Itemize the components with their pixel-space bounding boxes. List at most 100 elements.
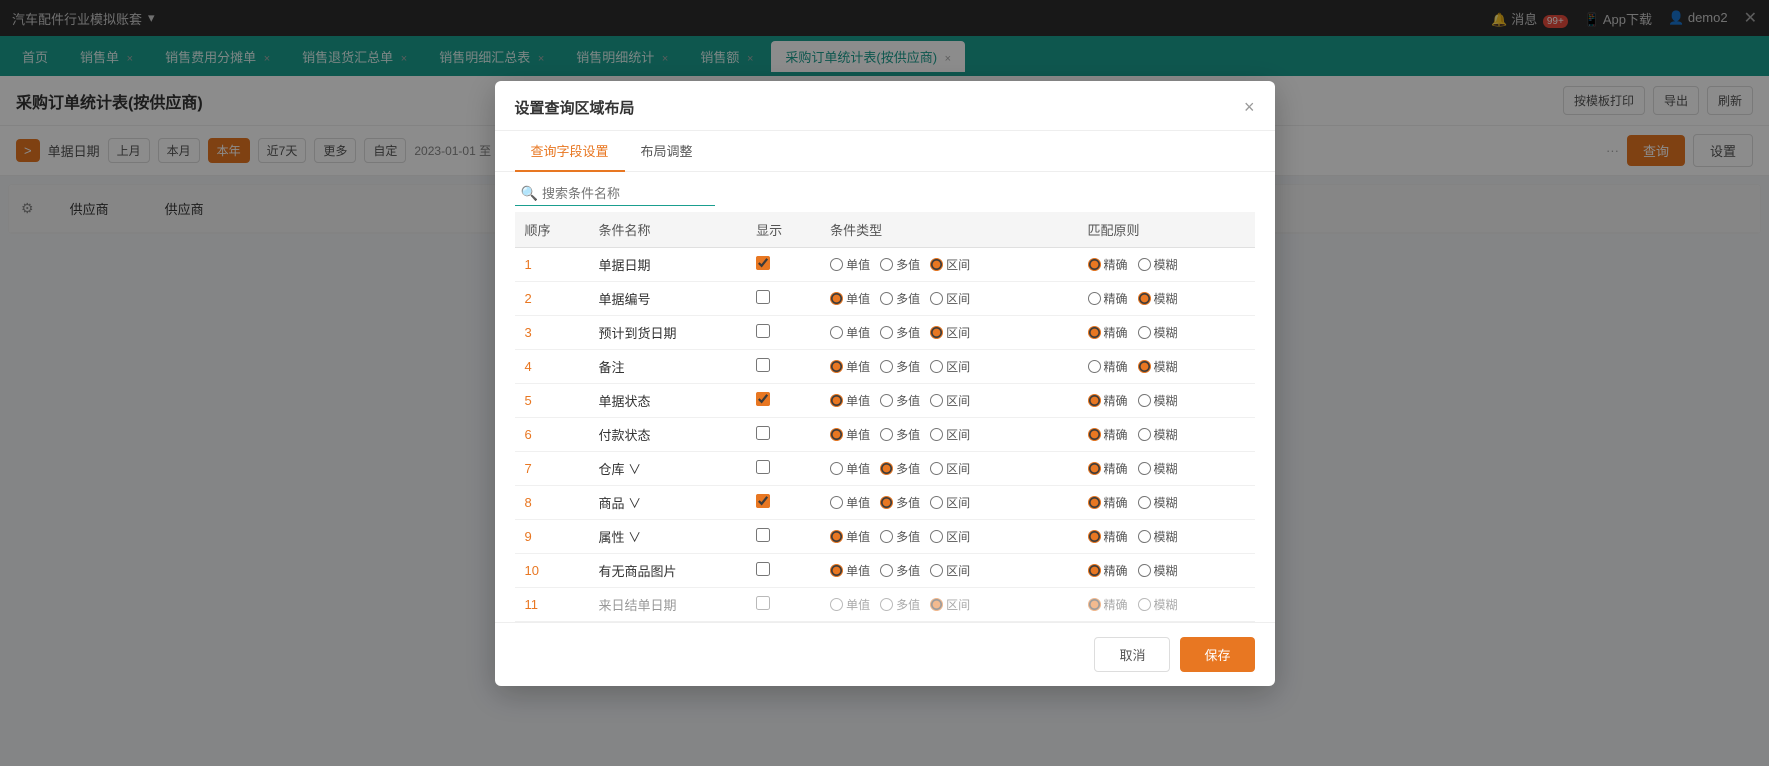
type-multi-label[interactable]: 多值 [880,256,920,273]
type-range-label[interactable]: 区间 [930,562,970,579]
show-checkbox[interactable] [756,290,770,304]
show-checkbox[interactable] [756,528,770,542]
type-single-radio[interactable] [830,564,843,577]
row-show[interactable] [746,349,820,383]
save-button[interactable]: 保存 [1180,637,1254,672]
row-show[interactable] [746,315,820,349]
type-range-label[interactable]: 区间 [930,324,970,341]
type-range-radio[interactable] [930,462,943,475]
type-single-label[interactable]: 单值 [830,460,870,477]
match-fuzzy-label[interactable]: 模糊 [1138,256,1178,273]
type-multi-label[interactable]: 多值 [880,324,920,341]
type-single-label[interactable]: 单值 [830,528,870,545]
match-fuzzy-label[interactable]: 模糊 [1138,494,1178,511]
type-single-radio[interactable] [830,258,843,271]
match-exact-label[interactable]: 精确 [1088,460,1128,477]
type-range-radio[interactable] [930,564,943,577]
type-single-radio[interactable] [830,360,843,373]
type-multi-radio[interactable] [880,258,893,271]
match-exact-radio[interactable] [1088,428,1101,441]
type-range-label[interactable]: 区间 [930,290,970,307]
match-fuzzy-label[interactable]: 模糊 [1138,596,1178,613]
match-exact-radio[interactable] [1088,326,1101,339]
show-checkbox[interactable] [756,324,770,338]
type-single-label[interactable]: 单值 [830,494,870,511]
type-single-radio[interactable] [830,598,843,611]
type-range-radio[interactable] [930,258,943,271]
row-show[interactable] [746,281,820,315]
type-single-radio[interactable] [830,462,843,475]
match-exact-radio[interactable] [1088,292,1101,305]
type-range-radio[interactable] [930,394,943,407]
type-multi-radio[interactable] [880,564,893,577]
type-multi-radio[interactable] [880,496,893,509]
row-show[interactable] [746,451,820,485]
type-range-label[interactable]: 区间 [930,256,970,273]
type-single-label[interactable]: 单值 [830,392,870,409]
type-multi-radio[interactable] [880,462,893,475]
row-show[interactable] [746,485,820,519]
match-exact-label[interactable]: 精确 [1088,290,1128,307]
type-multi-label[interactable]: 多值 [880,426,920,443]
match-exact-label[interactable]: 精确 [1088,494,1128,511]
row-show[interactable] [746,417,820,451]
type-single-radio[interactable] [830,394,843,407]
tab-query-fields[interactable]: 查询字段设置 [515,131,625,172]
match-fuzzy-label[interactable]: 模糊 [1138,528,1178,545]
type-range-radio[interactable] [930,326,943,339]
type-single-radio[interactable] [830,428,843,441]
type-multi-label[interactable]: 多值 [880,460,920,477]
match-exact-radio[interactable] [1088,530,1101,543]
match-exact-label[interactable]: 精确 [1088,256,1128,273]
type-range-label[interactable]: 区间 [930,358,970,375]
tab-layout[interactable]: 布局调整 [625,131,709,172]
match-exact-label[interactable]: 精确 [1088,596,1128,613]
type-range-label[interactable]: 区间 [930,460,970,477]
match-fuzzy-radio[interactable] [1138,360,1151,373]
cancel-button[interactable]: 取消 [1094,637,1170,672]
type-range-radio[interactable] [930,360,943,373]
type-single-radio[interactable] [830,496,843,509]
type-multi-label[interactable]: 多值 [880,358,920,375]
match-fuzzy-radio[interactable] [1138,428,1151,441]
match-exact-label[interactable]: 精确 [1088,358,1128,375]
match-exact-radio[interactable] [1088,496,1101,509]
match-fuzzy-radio[interactable] [1138,326,1151,339]
match-fuzzy-label[interactable]: 模糊 [1138,426,1178,443]
row-show[interactable] [746,553,820,587]
row-show[interactable] [746,383,820,417]
show-checkbox[interactable] [756,562,770,576]
match-exact-label[interactable]: 精确 [1088,426,1128,443]
type-multi-radio[interactable] [880,394,893,407]
match-fuzzy-radio[interactable] [1138,530,1151,543]
type-multi-radio[interactable] [880,530,893,543]
match-fuzzy-radio[interactable] [1138,258,1151,271]
type-single-radio[interactable] [830,326,843,339]
type-single-label[interactable]: 单值 [830,290,870,307]
type-multi-label[interactable]: 多值 [880,392,920,409]
match-fuzzy-radio[interactable] [1138,292,1151,305]
type-single-label[interactable]: 单值 [830,256,870,273]
type-single-label[interactable]: 单值 [830,324,870,341]
type-multi-label[interactable]: 多值 [880,290,920,307]
show-checkbox[interactable] [756,460,770,474]
match-fuzzy-label[interactable]: 模糊 [1138,324,1178,341]
type-range-label[interactable]: 区间 [930,528,970,545]
type-multi-label[interactable]: 多值 [880,562,920,579]
show-checkbox[interactable] [756,596,770,610]
match-exact-radio[interactable] [1088,394,1101,407]
match-fuzzy-radio[interactable] [1138,564,1151,577]
row-show[interactable] [746,519,820,553]
type-multi-label[interactable]: 多值 [880,596,920,613]
match-exact-radio[interactable] [1088,258,1101,271]
type-range-radio[interactable] [930,428,943,441]
match-exact-label[interactable]: 精确 [1088,528,1128,545]
type-range-radio[interactable] [930,530,943,543]
show-checkbox[interactable] [756,426,770,440]
match-exact-radio[interactable] [1088,564,1101,577]
match-fuzzy-label[interactable]: 模糊 [1138,358,1178,375]
dialog-close-button[interactable]: × [1244,97,1255,118]
row-show[interactable] [746,247,820,281]
match-exact-radio[interactable] [1088,462,1101,475]
type-single-radio[interactable] [830,530,843,543]
